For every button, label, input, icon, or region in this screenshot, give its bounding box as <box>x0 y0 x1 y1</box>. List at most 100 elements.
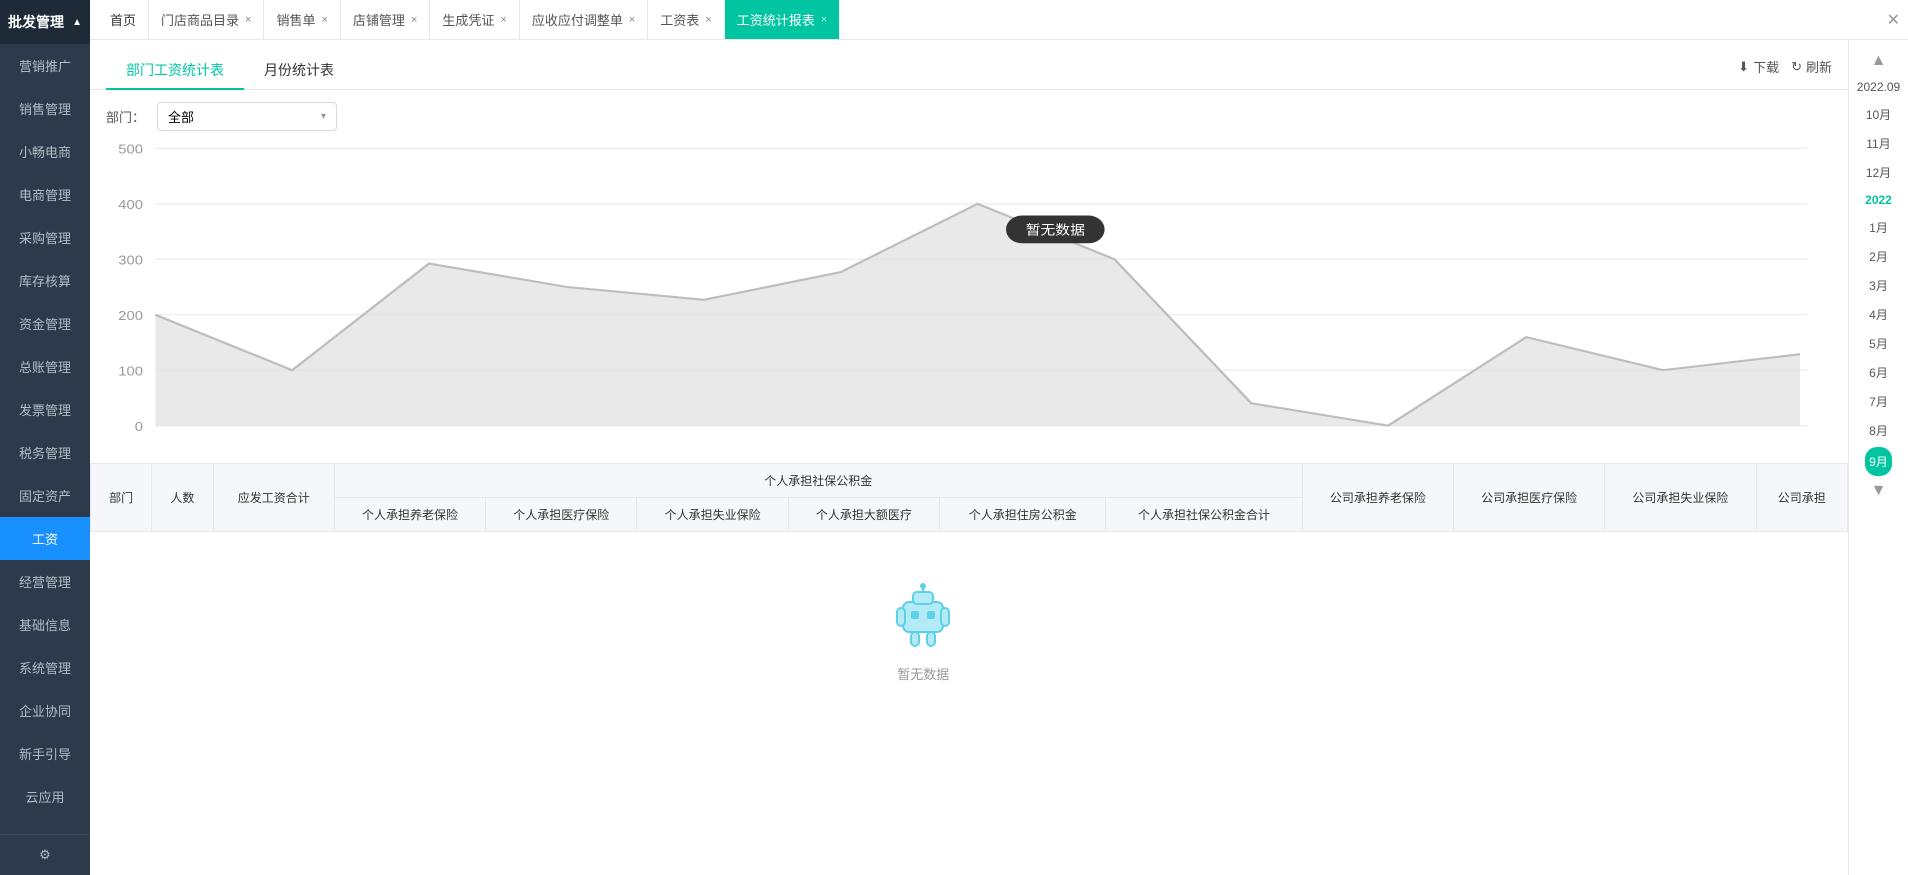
data-table: 部门 人数 应发工资合计 个人承担社保公积金 公司承担养老保险 公司承担医疗保险… <box>90 463 1848 723</box>
chart-container: 500 400 300 200 100 0 <box>90 143 1848 463</box>
timeline-item-8月[interactable]: 8月 <box>1857 416 1900 445</box>
timeline-panel: ▲ 2022.0910月11月12月20221月2月3月4月5月6月7月8月9月… <box>1848 40 1908 875</box>
refresh-label: 刷新 <box>1806 57 1832 76</box>
empty-robot-icon <box>883 572 963 652</box>
tab-应收应付调整单[interactable]: 应收应付调整单× <box>520 0 648 39</box>
col-company-medical: 公司承担医疗保险 <box>1453 464 1604 532</box>
department-select[interactable]: 全部 ▾ <box>157 102 337 131</box>
timeline-up-arrow[interactable]: ▲ <box>1867 48 1891 74</box>
filter-bar: 部门： 全部 ▾ <box>90 90 1848 143</box>
sidebar-item-经营管理[interactable]: 经营管理 <box>0 560 90 603</box>
sidebar-item-固定资产[interactable]: 固定资产 <box>0 474 90 517</box>
col-personal-housing-fund: 个人承担住房公积金 <box>940 498 1106 532</box>
tab-close-icon[interactable]: × <box>821 14 827 26</box>
content-area: 部门工资统计表 月份统计表 ⬇ 下载 ↻ 刷新 部门： <box>90 40 1908 875</box>
page-body: 部门工资统计表 月份统计表 ⬇ 下载 ↻ 刷新 部门： <box>90 40 1848 875</box>
timeline-item-12月[interactable]: 12月 <box>1857 158 1900 187</box>
timeline-item-2022[interactable]: 2022 <box>1857 187 1900 213</box>
table-scroll[interactable]: 部门 人数 应发工资合计 个人承担社保公积金 公司承担养老保险 公司承担医疗保险… <box>90 463 1848 875</box>
department-filter-label: 部门： <box>106 107 145 126</box>
department-select-value: 全部 <box>168 107 194 126</box>
sidebar-item-发票管理[interactable]: 发票管理 <box>0 388 90 431</box>
table-area: 部门 人数 应发工资合计 个人承担社保公积金 公司承担养老保险 公司承担医疗保险… <box>90 463 1848 875</box>
col-personal-large-medical: 个人承担大额医疗 <box>788 498 939 532</box>
sub-tab-monthly[interactable]: 月份统计表 <box>244 52 354 90</box>
sidebar-item-资金管理[interactable]: 资金管理 <box>0 302 90 345</box>
timeline-item-1月[interactable]: 1月 <box>1857 213 1900 242</box>
timeline-item-3月[interactable]: 3月 <box>1857 271 1900 300</box>
col-headcount: 人数 <box>152 464 213 532</box>
sub-tabs: 部门工资统计表 月份统计表 ⬇ 下载 ↻ 刷新 <box>90 40 1848 90</box>
sidebar-item-库存核算[interactable]: 库存核算 <box>0 259 90 302</box>
settings-icon: ⚙ <box>39 847 51 862</box>
tab-close-icon[interactable]: × <box>321 14 327 26</box>
tab-close-icon[interactable]: × <box>245 14 251 26</box>
sidebar-settings[interactable]: ⚙ <box>0 834 90 875</box>
timeline-item-4月[interactable]: 4月 <box>1857 300 1900 329</box>
sidebar-item-电商管理[interactable]: 电商管理 <box>0 173 90 216</box>
sub-tabs-right: ⬇ 下载 ↻ 刷新 <box>1738 57 1832 84</box>
tab-close-icon[interactable]: × <box>629 14 635 26</box>
sidebar-item-企业协同[interactable]: 企业协同 <box>0 689 90 732</box>
svg-text:400: 400 <box>118 197 143 212</box>
sidebar-item-采购管理[interactable]: 采购管理 <box>0 216 90 259</box>
svg-text:暂无数据: 暂无数据 <box>1026 223 1085 238</box>
col-company-unemployment: 公司承担失业保险 <box>1605 464 1756 532</box>
col-personal-pension: 个人承担养老保险 <box>334 498 485 532</box>
col-company-pension: 公司承担养老保险 <box>1302 464 1453 532</box>
col-personal-insurance-total: 个人承担社保公积金合计 <box>1106 498 1302 532</box>
tab-close-icon[interactable]: × <box>411 14 417 26</box>
sidebar-item-税务管理[interactable]: 税务管理 <box>0 431 90 474</box>
tab-店铺管理[interactable]: 店铺管理× <box>341 0 430 39</box>
sidebar-item-工资[interactable]: 工资 <box>0 517 90 560</box>
timeline-item-2022.09[interactable]: 2022.09 <box>1857 74 1900 100</box>
col-company-other: 公司承担 <box>1756 464 1847 532</box>
col-personal-insurance-header: 个人承担社保公积金 <box>334 464 1302 498</box>
refresh-btn[interactable]: ↻ 刷新 <box>1791 57 1832 76</box>
main-area: 首页门店商品目录×销售单×店铺管理×生成凭证×应收应付调整单×工资表×工资统计报… <box>90 0 1908 875</box>
svg-text:300: 300 <box>118 253 143 268</box>
sub-tabs-left: 部门工资统计表 月份统计表 <box>106 52 354 89</box>
sub-tab-department[interactable]: 部门工资统计表 <box>106 52 244 90</box>
tab-bar-actions: ✕ <box>1887 10 1900 30</box>
tab-close-icon[interactable]: × <box>500 14 506 26</box>
timeline-item-10月[interactable]: 10月 <box>1857 100 1900 129</box>
timeline-down-arrow[interactable]: ▼ <box>1867 478 1891 504</box>
sidebar-title: 批发管理 <box>8 12 64 32</box>
tab-close-icon[interactable]: × <box>705 14 711 26</box>
sidebar-item-新手引导[interactable]: 新手引导 <box>0 732 90 775</box>
timeline-item-6月[interactable]: 6月 <box>1857 358 1900 387</box>
tab-bar-close-btn[interactable]: ✕ <box>1887 10 1900 30</box>
empty-row: 暂无数据 <box>91 532 1848 724</box>
sidebar: 批发管理 ▲ 营销推广销售管理小畅电商电商管理采购管理库存核算资金管理总账管理发… <box>0 0 90 875</box>
sidebar-item-系统管理[interactable]: 系统管理 <box>0 646 90 689</box>
tab-工资表[interactable]: 工资表× <box>648 0 724 39</box>
timeline-item-9月[interactable]: 9月 <box>1865 447 1892 476</box>
tab-首页[interactable]: 首页 <box>98 0 149 39</box>
col-department: 部门 <box>91 464 152 532</box>
svg-text:200: 200 <box>118 308 143 323</box>
col-personal-unemployment: 个人承担失业保险 <box>637 498 788 532</box>
sidebar-item-基础信息[interactable]: 基础信息 <box>0 603 90 646</box>
sidebar-item-总账管理[interactable]: 总账管理 <box>0 345 90 388</box>
tab-工资统计报表[interactable]: 工资统计报表× <box>725 0 840 39</box>
sidebar-item-云应用[interactable]: 云应用 <box>0 775 90 818</box>
chart-svg: 500 400 300 200 100 0 <box>106 143 1832 463</box>
timeline-item-7月[interactable]: 7月 <box>1857 387 1900 416</box>
tab-生成凭证[interactable]: 生成凭证× <box>430 0 519 39</box>
sidebar-item-小畅电商[interactable]: 小畅电商 <box>0 130 90 173</box>
download-icon: ⬇ <box>1738 59 1749 75</box>
col-personal-medical: 个人承担医疗保险 <box>486 498 637 532</box>
sidebar-item-销售管理[interactable]: 销售管理 <box>0 87 90 130</box>
timeline-item-2月[interactable]: 2月 <box>1857 242 1900 271</box>
sidebar-header[interactable]: 批发管理 ▲ <box>0 0 90 44</box>
tab-销售单[interactable]: 销售单× <box>264 0 340 39</box>
download-btn[interactable]: ⬇ 下载 <box>1738 57 1779 76</box>
tab-bar: 首页门店商品目录×销售单×店铺管理×生成凭证×应收应付调整单×工资表×工资统计报… <box>90 0 1908 40</box>
tab-门店商品目录[interactable]: 门店商品目录× <box>149 0 264 39</box>
timeline-item-11月[interactable]: 11月 <box>1857 129 1900 158</box>
empty-state: 暂无数据 <box>91 532 1757 723</box>
sidebar-item-营销推广[interactable]: 营销推广 <box>0 44 90 87</box>
timeline-item-5月[interactable]: 5月 <box>1857 329 1900 358</box>
col-total-salary: 应发工资合计 <box>213 464 334 532</box>
